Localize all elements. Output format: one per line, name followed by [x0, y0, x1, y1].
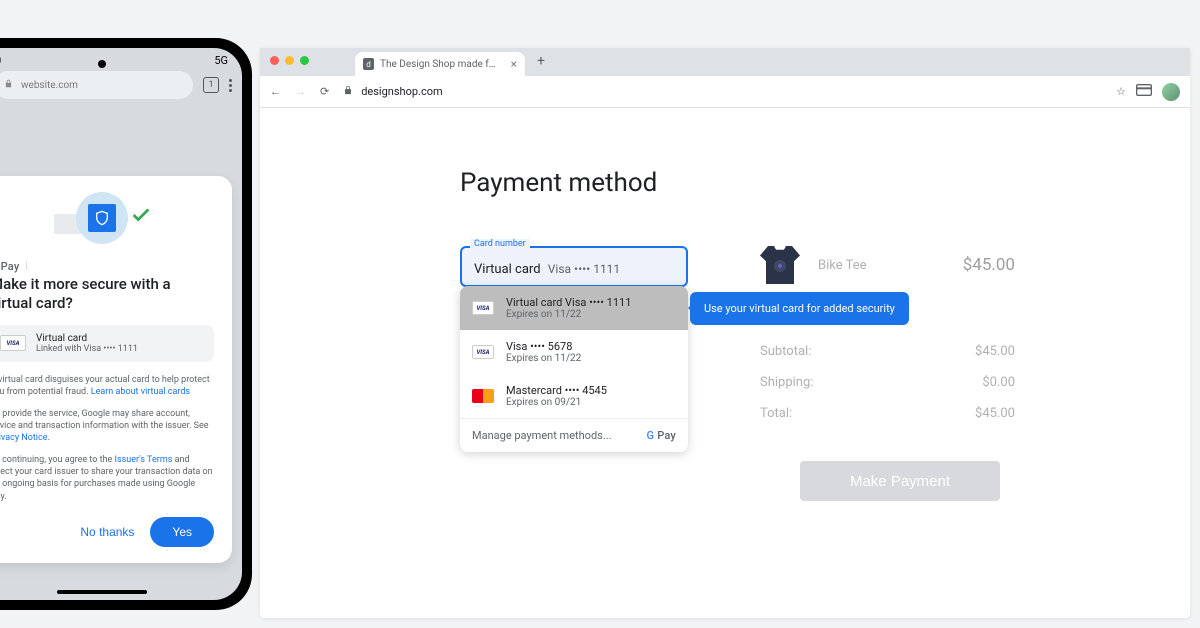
home-handle[interactable] [57, 590, 147, 594]
phone-screen: 9:30 5G website.com 1 [0, 48, 242, 600]
virtual-card-option[interactable]: VISA Virtual card Linked with Visa •••• … [0, 325, 214, 362]
option-expiry: Expires on 11/22 [506, 309, 631, 320]
vcard-name: Virtual card [36, 333, 138, 344]
favicon-icon: d [363, 58, 374, 70]
product-price: $45.00 [963, 255, 1015, 275]
prompt-description: A virtual card disguises your actual car… [0, 374, 214, 398]
option-card-name: Virtual card Visa •••• 1111 [506, 296, 631, 309]
autofill-dropdown: VISAVirtual card Visa •••• 1111Expires o… [460, 286, 688, 452]
check-icon [130, 204, 152, 230]
status-time: 9:30 [0, 54, 1, 67]
profile-avatar[interactable] [1162, 83, 1180, 101]
tab-title: The Design Shop made for de [380, 59, 501, 70]
option-card-name: Mastercard •••• 4545 [506, 384, 607, 397]
product-thumbnail [760, 246, 800, 284]
card-number-field[interactable]: Card number Virtual card Visa •••• 1111 [460, 246, 688, 287]
virtual-card-prompt: G Pay | Make it more secure with a virtu… [0, 176, 232, 563]
total-label: Total: [760, 406, 792, 421]
subtotal-label: Subtotal: [760, 344, 811, 359]
visa-icon: VISA [0, 335, 26, 351]
terms-disclosure: By continuing, you agree to the Issuer's… [0, 454, 214, 503]
card-number-label: Card number [470, 239, 530, 249]
shield-icon [88, 204, 116, 232]
phone-camera-notch [98, 60, 106, 68]
total-value: $45.00 [975, 406, 1015, 421]
lock-icon [343, 84, 353, 99]
reload-icon[interactable]: ⟳ [320, 85, 329, 98]
status-signal: 5G [214, 54, 228, 67]
window-controls[interactable] [270, 56, 309, 65]
forward-icon[interactable]: → [295, 85, 306, 98]
overflow-menu-icon[interactable] [229, 79, 232, 92]
payment-card-icon[interactable] [1136, 84, 1152, 99]
phone-url-text: website.com [21, 80, 78, 91]
card-field-value: Virtual card [474, 262, 541, 277]
card-field-sub: Visa •••• 1111 [548, 262, 620, 276]
gpay-logo: G Pay [0, 260, 19, 273]
checkout-page: Payment method Card number Virtual card … [260, 108, 1190, 618]
address-bar[interactable]: designshop.com [343, 84, 1102, 99]
vcard-linked: Linked with Visa •••• 1111 [36, 344, 138, 354]
bookmark-star-icon[interactable]: ☆ [1116, 85, 1126, 98]
phone-frame: 9:30 5G website.com 1 [0, 38, 252, 610]
no-thanks-button[interactable]: No thanks [76, 517, 138, 547]
close-tab-icon[interactable]: × [511, 57, 517, 71]
order-summary: Bike Tee $45.00 Subtotal: $45.00 Shipping… [760, 246, 1015, 501]
new-tab-button[interactable]: + [531, 53, 551, 69]
back-icon[interactable]: ← [270, 85, 281, 98]
autofill-option[interactable]: VISA Visa •••• 5678Expires on 11/22 [460, 330, 688, 374]
lock-icon [4, 78, 13, 92]
autofill-option[interactable]: VISA Virtual card Visa •••• 1111Expires o… [460, 286, 688, 330]
option-card-name: Visa •••• 5678 [506, 340, 581, 353]
privacy-notice-link[interactable]: Privacy Notice [0, 433, 47, 443]
yes-button[interactable]: Yes [150, 517, 214, 547]
gpay-logo: G Pay [647, 429, 676, 442]
url-text: designshop.com [361, 85, 442, 98]
issuer-terms-link[interactable]: Issuer's Terms [115, 455, 173, 465]
subtotal-value: $45.00 [975, 344, 1015, 359]
mastercard-icon [472, 389, 494, 403]
manage-payment-methods[interactable]: Manage payment methods... G Pay [460, 418, 688, 452]
learn-about-vcards-link[interactable]: Learn about virtual cards [91, 387, 190, 397]
phone-address-bar: website.com 1 [0, 67, 242, 107]
page-title: Payment method [460, 168, 1190, 198]
desktop-browser: d The Design Shop made for de × + ← → ⟳ … [260, 48, 1190, 618]
shipping-value: $0.00 [982, 375, 1015, 390]
privacy-disclosure: To provide the service, Google may share… [0, 408, 214, 444]
shield-illustration [0, 192, 214, 252]
prompt-title: Make it more secure with a virtual card? [0, 275, 214, 313]
autofill-option[interactable]: Mastercard •••• 4545Expires on 09/21 [460, 374, 688, 418]
product-name: Bike Tee [818, 258, 867, 273]
shipping-label: Shipping: [760, 375, 813, 390]
browser-tab[interactable]: d The Design Shop made for de × [355, 52, 525, 76]
make-payment-button[interactable]: Make Payment [800, 461, 1000, 501]
tab-switcher-icon[interactable]: 1 [203, 77, 219, 93]
omnibox-row: ← → ⟳ designshop.com ☆ [260, 76, 1190, 108]
option-expiry: Expires on 09/21 [506, 397, 607, 408]
tab-strip: d The Design Shop made for de × + [260, 48, 1190, 76]
manage-label: Manage payment methods... [472, 429, 612, 442]
visa-icon: VISA [472, 301, 494, 315]
option-expiry: Expires on 11/22 [506, 353, 581, 364]
product-row: Bike Tee $45.00 [760, 246, 1015, 284]
phone-url-pill[interactable]: website.com [0, 71, 193, 99]
phone-status-bar: 9:30 5G [0, 48, 242, 67]
visa-icon: VISA [472, 345, 494, 359]
